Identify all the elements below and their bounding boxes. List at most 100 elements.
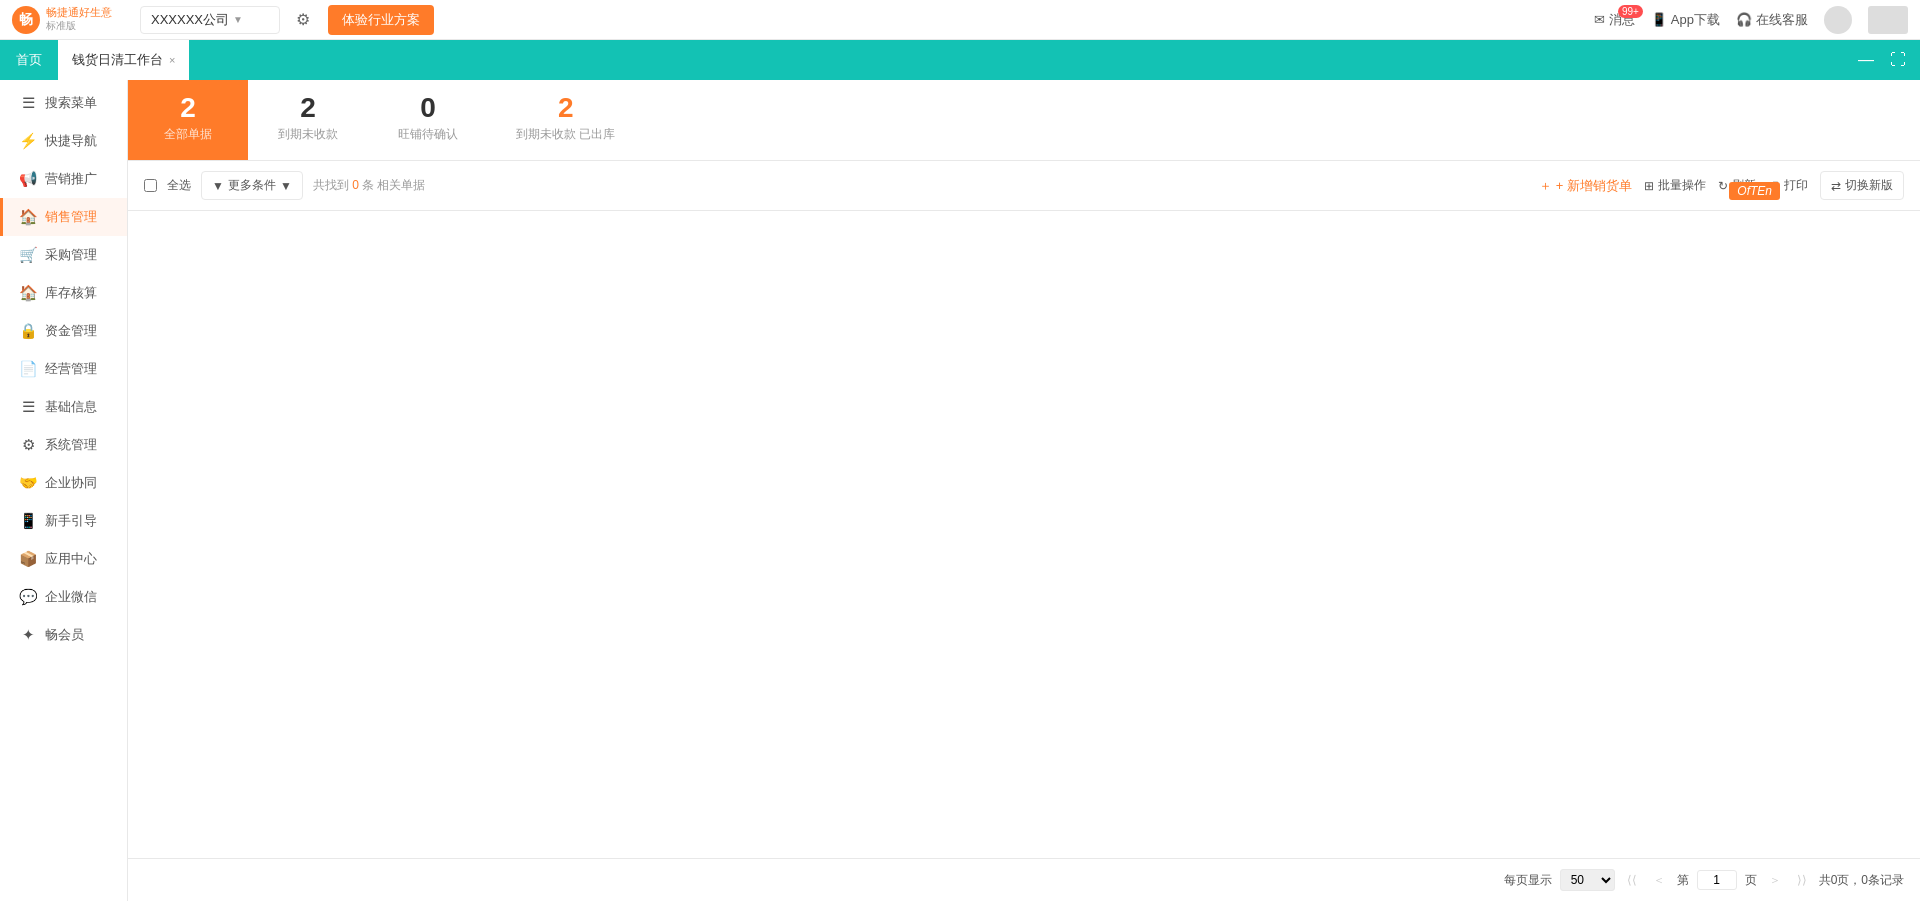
batch-icon: ⊞ — [1644, 179, 1654, 193]
sidebar-item-purchase[interactable]: 🛒 采购管理 — [0, 236, 127, 274]
app-download-button[interactable]: 📱 App下载 — [1651, 11, 1720, 29]
toolbar: 全选 ▼ 更多条件 ▼ 共找到 0 条 相关单据 ＋ + 新增销货单 ⊞ 批量操… — [128, 161, 1920, 211]
minimize-button[interactable]: — — [1854, 48, 1878, 72]
app-download-label: App下载 — [1671, 11, 1720, 29]
sidebar-item-member[interactable]: ✦ 畅会员 — [0, 616, 127, 654]
logo-icon: 畅 — [12, 6, 40, 34]
sidebar-label: 企业协同 — [45, 474, 97, 492]
sidebar-item-system[interactable]: ⚙ 系统管理 — [0, 426, 127, 464]
select-all-checkbox[interactable] — [144, 179, 157, 192]
settings-button[interactable]: ⚙ — [288, 5, 318, 35]
sidebar-label: 新手引导 — [45, 512, 97, 530]
tab-actions: — ⛶ — [1854, 48, 1920, 72]
page-label-suffix: 页 — [1745, 872, 1757, 889]
sidebar-label: 快捷导航 — [45, 132, 97, 150]
page-number-input[interactable] — [1697, 870, 1737, 890]
tab-label: 钱货日清工作台 — [72, 51, 163, 69]
sidebar-label: 系统管理 — [45, 436, 97, 454]
filter-icon: ▼ — [212, 179, 224, 193]
stat-num-2: 0 — [420, 94, 436, 122]
stat-label-0: 全部单据 — [164, 126, 212, 143]
sidebar-item-basic[interactable]: ☰ 基础信息 — [0, 388, 127, 426]
close-icon[interactable]: × — [169, 54, 175, 66]
per-page-select[interactable]: 50 10 20 100 — [1560, 869, 1615, 891]
operations-icon: 📄 — [19, 360, 37, 378]
sidebar-label: 畅会员 — [45, 626, 84, 644]
last-page-button[interactable]: ⟩⟩ — [1793, 873, 1811, 887]
switch-icon: ⇄ — [1831, 179, 1841, 193]
message-button[interactable]: ✉ 消息 99+ — [1594, 11, 1635, 29]
first-page-button[interactable]: ⟨⟨ — [1623, 873, 1641, 887]
filter-button[interactable]: ▼ 更多条件 ▼ — [201, 171, 303, 200]
sidebar-item-guide[interactable]: 📱 新手引导 — [0, 502, 127, 540]
sidebar-label: 搜索菜单 — [45, 94, 97, 112]
member-icon: ✦ — [19, 626, 37, 644]
found-text: 共找到 0 条 相关单据 — [313, 177, 426, 194]
finance-icon: 🔒 — [19, 322, 37, 340]
page-label: 第 — [1677, 872, 1689, 889]
sales-icon: 🏠 — [19, 208, 37, 226]
sidebar-item-operations[interactable]: 📄 经营管理 — [0, 350, 127, 388]
batch-operation-button[interactable]: ⊞ 批量操作 — [1644, 177, 1706, 194]
pagination: 每页显示 50 10 20 100 ⟨⟨ ＜ 第 页 ＞ ⟩⟩ 共0页，0条记录 — [128, 858, 1920, 901]
maximize-button[interactable]: ⛶ — [1886, 48, 1910, 72]
online-service-button[interactable]: 🎧 在线客服 — [1736, 11, 1808, 29]
prev-page-button[interactable]: ＜ — [1649, 872, 1669, 889]
add-sales-order-button[interactable]: ＋ + 新增销货单 — [1539, 177, 1632, 195]
stat-card-1[interactable]: 2 到期未收款 — [248, 80, 368, 160]
topbar: 畅 畅捷通好生意 标准版 XXXXXX公司 ▼ ⚙ 体验行业方案 ✉ 消息 99… — [0, 0, 1920, 40]
message-icon: ✉ — [1594, 12, 1605, 27]
stat-card-2[interactable]: 0 旺铺待确认 — [368, 80, 488, 160]
phone-icon: 📱 — [1651, 12, 1667, 27]
company-selector[interactable]: XXXXXX公司 ▼ — [140, 6, 280, 34]
sidebar-item-wechat[interactable]: 💬 企业微信 — [0, 578, 127, 616]
headset-icon: 🎧 — [1736, 12, 1752, 27]
stat-card-3[interactable]: 2 到期未收款 已出库 — [488, 80, 643, 160]
found-num: 0 — [352, 178, 359, 192]
guide-icon: 📱 — [19, 512, 37, 530]
tabbar: 首页 钱货日清工作台 × — ⛶ — [0, 40, 1920, 80]
sidebar-label: 销售管理 — [45, 208, 97, 226]
system-icon: ⚙ — [19, 436, 37, 454]
logo-name: 畅捷通好生意 — [46, 6, 112, 19]
sidebar-label: 应用中心 — [45, 550, 97, 568]
company-name: XXXXXX公司 — [151, 11, 229, 29]
tab-work-station[interactable]: 钱货日清工作台 × — [58, 40, 189, 80]
sidebar-label: 企业微信 — [45, 588, 97, 606]
logo: 畅 畅捷通好生意 标准版 — [12, 6, 140, 34]
stat-card-0[interactable]: 2 全部单据 — [128, 80, 248, 160]
stat-label-1: 到期未收款 — [278, 126, 338, 143]
stat-label-3: 到期未收款 已出库 — [516, 126, 615, 143]
chevron-down-icon: ▼ — [233, 14, 243, 25]
topbar-right: ✉ 消息 99+ 📱 App下载 🎧 在线客服 — [1594, 6, 1908, 34]
sidebar-item-quick-nav[interactable]: ⚡ 快捷导航 — [0, 122, 127, 160]
sidebar-label: 经营管理 — [45, 360, 97, 378]
message-badge: 99+ — [1618, 5, 1643, 18]
filter-label: 更多条件 — [228, 177, 276, 194]
stats-bar: 2 全部单据 2 到期未收款 0 旺铺待确认 2 到期未收款 已出库 — [128, 80, 1920, 161]
filter-chevron-icon: ▼ — [280, 179, 292, 193]
sidebar-label: 基础信息 — [45, 398, 97, 416]
stat-num-1: 2 — [300, 94, 316, 122]
user-name-area — [1868, 6, 1908, 34]
search-icon: ☰ — [19, 94, 37, 112]
try-industry-button[interactable]: 体验行业方案 — [328, 5, 434, 35]
main-content: 2 全部单据 2 到期未收款 0 旺铺待确认 2 到期未收款 已出库 全选 ▼ … — [128, 80, 1920, 901]
select-all-label: 全选 — [167, 177, 191, 194]
switch-version-button[interactable]: ⇄ 切换新版 — [1820, 171, 1904, 200]
sidebar-item-inventory[interactable]: 🏠 库存核算 — [0, 274, 127, 312]
sidebar-item-finance[interactable]: 🔒 资金管理 — [0, 312, 127, 350]
refresh-icon: ↻ — [1718, 179, 1728, 193]
sidebar-item-search[interactable]: ☰ 搜索菜单 — [0, 84, 127, 122]
wechat-icon: 💬 — [19, 588, 37, 606]
avatar[interactable] — [1824, 6, 1852, 34]
tab-home[interactable]: 首页 — [0, 40, 58, 80]
sidebar-item-sales[interactable]: 🏠 销售管理 — [0, 198, 127, 236]
often-badge: OfTEn — [1729, 182, 1780, 200]
marketing-icon: 📢 — [19, 170, 37, 188]
sidebar: ☰ 搜索菜单 ⚡ 快捷导航 📢 营销推广 🏠 销售管理 🛒 采购管理 🏠 库存核… — [0, 80, 128, 901]
sidebar-item-enterprise[interactable]: 🤝 企业协同 — [0, 464, 127, 502]
next-page-button[interactable]: ＞ — [1765, 872, 1785, 889]
sidebar-item-appstore[interactable]: 📦 应用中心 — [0, 540, 127, 578]
sidebar-item-marketing[interactable]: 📢 营销推广 — [0, 160, 127, 198]
